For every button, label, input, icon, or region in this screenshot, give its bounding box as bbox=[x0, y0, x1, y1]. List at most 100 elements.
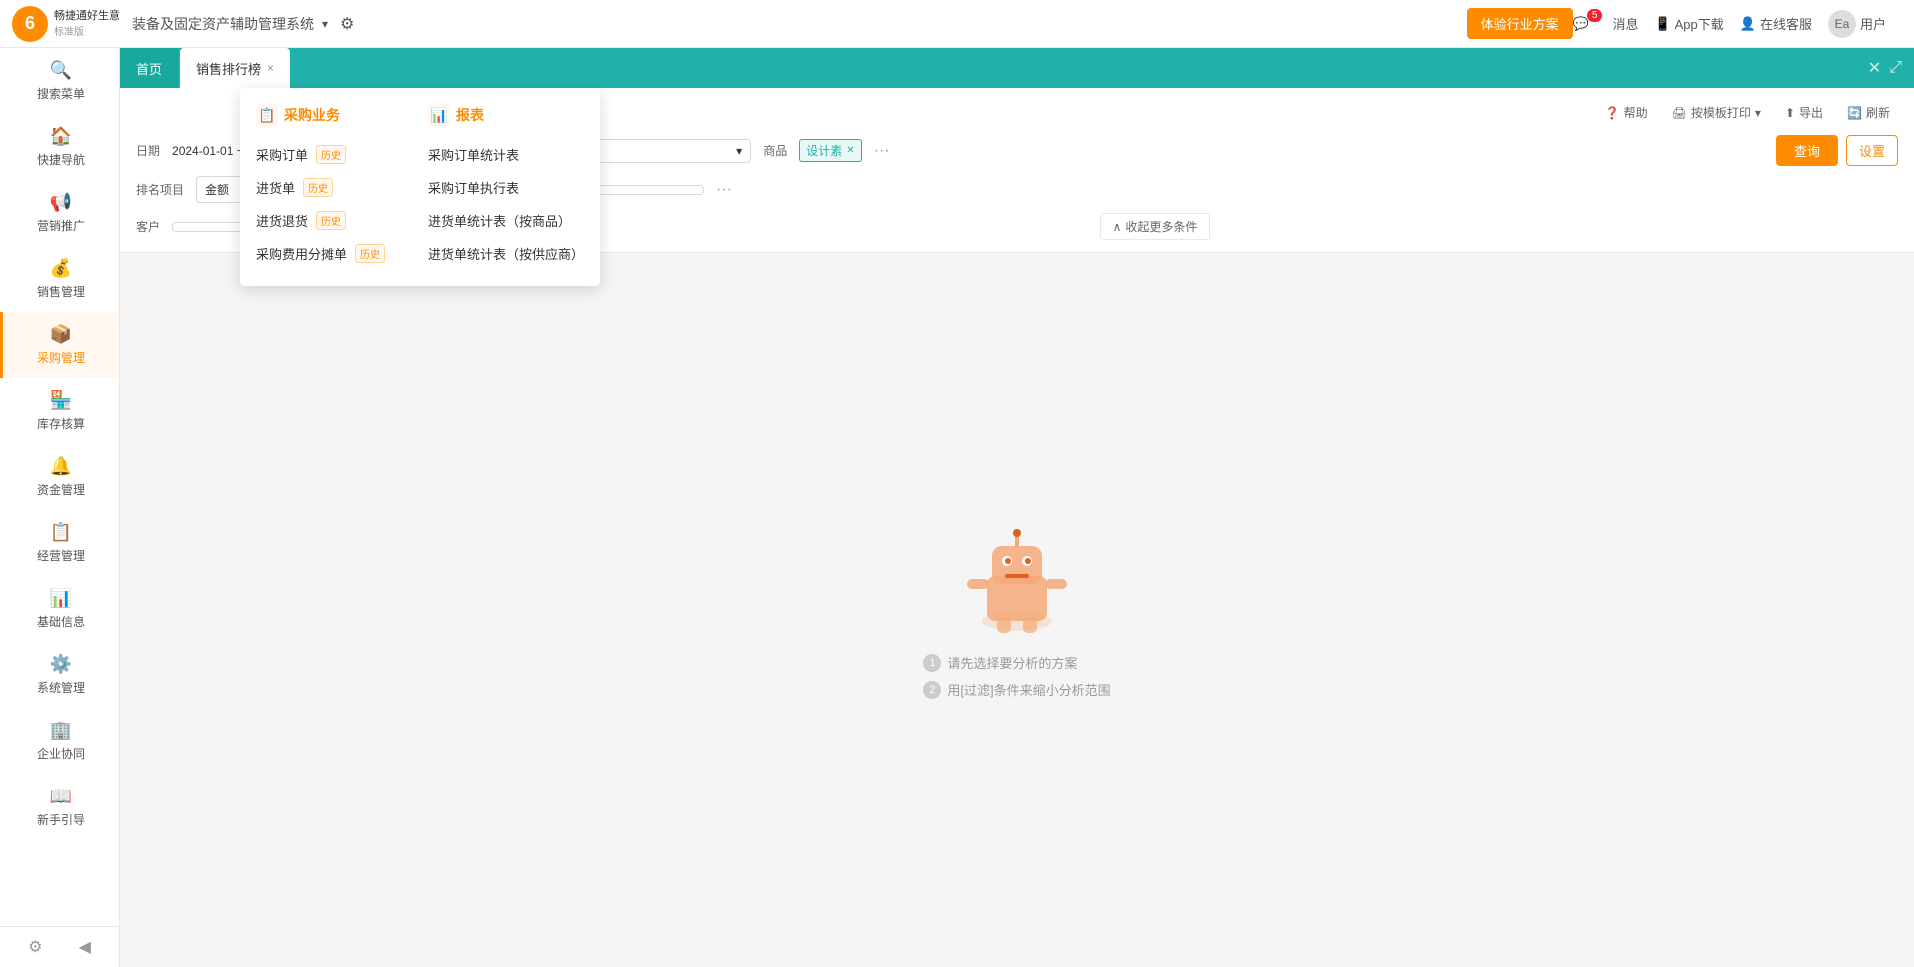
guide-icon: 📖 bbox=[50, 786, 72, 807]
settings-button[interactable]: 设置 bbox=[1846, 135, 1898, 166]
sidebar-bottom: ⚙ ◀ bbox=[0, 926, 119, 967]
headset-icon: 👤 bbox=[1740, 16, 1756, 32]
dropdown-inbound-stats-goods[interactable]: 进货单统计表（按商品） bbox=[428, 204, 584, 237]
user-label: 用户 bbox=[1860, 14, 1886, 33]
title-dropdown-icon[interactable]: ▾ bbox=[322, 17, 328, 31]
refresh-btn[interactable]: 🔄 刷新 bbox=[1839, 100, 1898, 125]
sidebar-item-quick-nav[interactable]: 🏠 快捷导航 bbox=[0, 114, 119, 180]
dropdown-purchase-order-exec-label: 采购订单执行表 bbox=[428, 178, 519, 197]
app-download-item[interactable]: 📱 App下载 bbox=[1654, 14, 1723, 33]
dropdown-purchase-order-stats-label: 采购订单统计表 bbox=[428, 145, 519, 164]
sidebar-item-enterprise[interactable]: 🏢 企业协同 bbox=[0, 708, 119, 774]
dropdown-return[interactable]: 进货退货 历史 bbox=[256, 204, 412, 237]
dropdown-inbound-stats-goods-label: 进货单统计表（按商品） bbox=[428, 211, 571, 230]
dropdown-purchase-col: 📋 采购业务 采购订单 历史 进货单 历史 进货退货 历史 bbox=[256, 104, 412, 270]
query-button[interactable]: 查询 bbox=[1776, 135, 1838, 166]
collapse-button[interactable]: ∧ 收起更多条件 bbox=[1100, 213, 1211, 240]
sidebar-item-operations[interactable]: 📋 经营管理 bbox=[0, 510, 119, 576]
dropdown-inbound-label: 进货单 bbox=[256, 178, 295, 197]
sidebar-settings-btn[interactable]: ⚙ bbox=[28, 937, 42, 957]
sidebar-collapse-btn[interactable]: ◀ bbox=[79, 937, 91, 957]
sidebar-label-sales: 销售管理 bbox=[37, 283, 85, 300]
dropdown-menu[interactable]: 📋 采购业务 采购订单 历史 进货单 历史 进货退货 历史 bbox=[240, 88, 600, 286]
goods-more-dots[interactable]: ··· bbox=[874, 142, 890, 160]
tab-sales-rank[interactable]: 销售排行榜 × bbox=[180, 48, 290, 88]
sidebar-item-search[interactable]: 🔍 搜索菜单 bbox=[0, 48, 119, 114]
online-service-item[interactable]: 👤 在线客服 bbox=[1740, 14, 1812, 33]
status-select-dropdown: ▾ bbox=[736, 144, 742, 158]
sidebar-item-system[interactable]: ⚙️ 系统管理 bbox=[0, 642, 119, 708]
goods-label: 商品 bbox=[763, 142, 787, 159]
tab-home-label: 首页 bbox=[136, 59, 162, 78]
brand-name: 畅捷通好生意 bbox=[54, 9, 120, 23]
user-avatar: Ea bbox=[1828, 10, 1856, 38]
content-area: 首页 销售排行榜 × ✕ ⤢ ❓ 帮助 bbox=[120, 48, 1914, 967]
dropdown-purchase-title: 📋 采购业务 bbox=[256, 104, 412, 126]
operations-icon: 📋 bbox=[50, 522, 72, 543]
empty-tip-1-text: 请先选择要分析的方案 bbox=[947, 653, 1077, 672]
enterprise-icon: 🏢 bbox=[50, 720, 72, 741]
tab-bar: 首页 销售排行榜 × ✕ ⤢ bbox=[120, 48, 1914, 88]
sidebar-label-inventory: 库存核算 bbox=[37, 415, 85, 432]
home-icon: 🏠 bbox=[50, 126, 72, 147]
online-service-label: 在线客服 bbox=[1760, 14, 1812, 33]
goods-tag-close[interactable]: ✕ bbox=[846, 145, 854, 156]
query-action-btns: 查询 设置 bbox=[1776, 135, 1898, 166]
rank-select-value: 金额 bbox=[205, 181, 229, 198]
user-item[interactable]: Ea 用户 bbox=[1828, 10, 1886, 38]
sidebar-item-purchase[interactable]: 📦 采购管理 bbox=[0, 312, 119, 378]
experience-button[interactable]: 体验行业方案 bbox=[1467, 8, 1573, 39]
system-title-text: 装备及固定资产辅助管理系统 bbox=[132, 14, 314, 34]
sidebar-item-basic-info[interactable]: 📊 基础信息 bbox=[0, 576, 119, 642]
sidebar-item-guide[interactable]: 📖 新手引导 bbox=[0, 774, 119, 840]
history-badge-expense: 历史 bbox=[355, 244, 385, 263]
system-icon: ⚙️ bbox=[50, 654, 72, 675]
tab-close-window-btn[interactable]: ✕ bbox=[1868, 58, 1881, 78]
settings-icon[interactable]: ⚙ bbox=[340, 14, 354, 34]
dropdown-inbound-stats-supplier[interactable]: 进货单统计表（按供应商） bbox=[428, 237, 584, 270]
finance-icon: 🔔 bbox=[50, 456, 72, 477]
search-icon: 🔍 bbox=[50, 60, 72, 81]
help-icon: ❓ bbox=[1605, 106, 1620, 120]
tab-maximize-btn[interactable]: ⤢ bbox=[1889, 59, 1902, 77]
sidebar-item-inventory[interactable]: 🏪 库存核算 bbox=[0, 378, 119, 444]
help-btn[interactable]: ❓ 帮助 bbox=[1597, 100, 1656, 125]
basic-info-icon: 📊 bbox=[50, 588, 72, 609]
history-badge-return: 历史 bbox=[316, 211, 346, 230]
refresh-label: 刷新 bbox=[1866, 104, 1890, 121]
dropdown-purchase-order-stats[interactable]: 采购订单统计表 bbox=[428, 138, 584, 171]
empty-tip-1: 1 请先选择要分析的方案 bbox=[923, 653, 1110, 672]
sidebar-label-basic-info: 基础信息 bbox=[37, 613, 85, 630]
print-template-btn[interactable]: 🖨 按模板打印 ▾ bbox=[1664, 100, 1769, 125]
date-label: 日期 bbox=[136, 142, 160, 159]
dropdown-purchase-order-exec[interactable]: 采购订单执行表 bbox=[428, 171, 584, 204]
tab-sales-rank-label: 销售排行榜 bbox=[196, 59, 261, 78]
empty-state: 1 请先选择要分析的方案 2 用[过滤]条件来缩小分析范围 bbox=[120, 253, 1914, 967]
sidebar-item-marketing[interactable]: 📢 营销推广 bbox=[0, 180, 119, 246]
logo-icon: 6 bbox=[12, 6, 48, 42]
salesman-more-dots[interactable]: ··· bbox=[716, 181, 732, 199]
message-item[interactable]: 💬 5 消息 bbox=[1573, 14, 1639, 33]
brand-sub: 标准版 bbox=[54, 23, 120, 38]
dropdown-purchase-order-label: 采购订单 bbox=[256, 145, 308, 164]
megaphone-icon: 📢 bbox=[50, 192, 72, 213]
top-bar: 6 畅捷通好生意 标准版 装备及固定资产辅助管理系统 ▾ ⚙ 体验行业方案 💬 … bbox=[0, 0, 1914, 48]
tip-num-1: 1 bbox=[923, 654, 941, 672]
export-icon: ⬆ bbox=[1785, 106, 1795, 120]
history-badge-inbound: 历史 bbox=[303, 178, 333, 197]
tab-home[interactable]: 首页 bbox=[120, 48, 178, 88]
sidebar-label-system: 系统管理 bbox=[37, 679, 85, 696]
dropdown-expense[interactable]: 采购费用分摊单 历史 bbox=[256, 237, 412, 270]
tab-close-icon[interactable]: × bbox=[267, 61, 274, 75]
export-btn[interactable]: ⬆ 导出 bbox=[1777, 100, 1831, 125]
sidebar-item-finance[interactable]: 🔔 资金管理 bbox=[0, 444, 119, 510]
sidebar-item-sales[interactable]: 💰 销售管理 bbox=[0, 246, 119, 312]
print-dropdown-icon: ▾ bbox=[1755, 106, 1761, 120]
message-icon: 💬 bbox=[1573, 16, 1589, 32]
rank-label: 排名项目 bbox=[136, 181, 184, 198]
empty-illustration bbox=[957, 521, 1077, 641]
dropdown-inbound-stats-supplier-label: 进货单统计表（按供应商） bbox=[428, 244, 584, 263]
dropdown-inbound[interactable]: 进货单 历史 bbox=[256, 171, 412, 204]
dropdown-return-label: 进货退货 bbox=[256, 211, 308, 230]
dropdown-purchase-order[interactable]: 采购订单 历史 bbox=[256, 138, 412, 171]
